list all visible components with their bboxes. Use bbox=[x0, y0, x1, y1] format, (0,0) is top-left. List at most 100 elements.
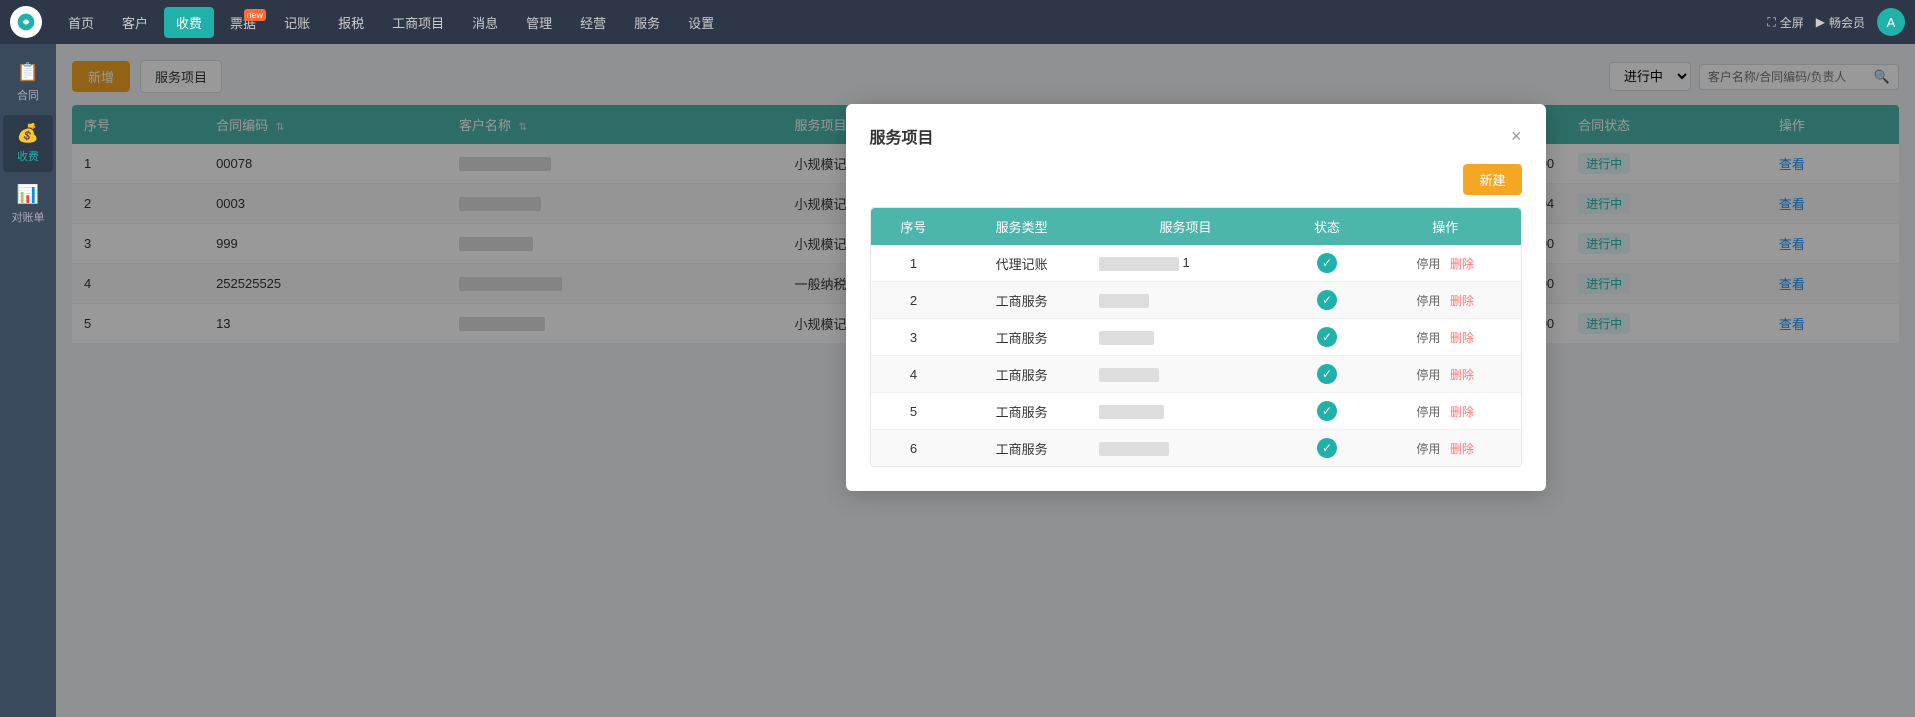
service-modal: 服务项目 × 新建 序号 服务类型 服务项目 状态 操作 bbox=[846, 104, 1546, 491]
modal-cell-status: ✓ bbox=[1284, 467, 1370, 468]
modal-col-type: 服务类型 bbox=[956, 208, 1087, 245]
nav-tax[interactable]: 报税 bbox=[326, 7, 376, 38]
delete-button[interactable]: 删除 bbox=[1450, 368, 1474, 382]
service-table: 序号 服务类型 服务项目 状态 操作 1 代理记账 1 ✓ 停用 删除 2 bbox=[871, 208, 1521, 467]
modal-table-row: 2 工商服务 ✓ 停用 删除 bbox=[871, 282, 1521, 319]
modal-cell-item bbox=[1087, 467, 1284, 468]
modal-cell-action: 停用 删除 bbox=[1370, 245, 1521, 282]
modal-cell-item bbox=[1087, 319, 1284, 356]
modal-cell-type: 代理记账 bbox=[956, 245, 1087, 282]
nav-ticket[interactable]: 票据 new bbox=[218, 7, 268, 38]
nav-customer[interactable]: 客户 bbox=[110, 7, 160, 38]
nav-home[interactable]: 首页 bbox=[56, 7, 106, 38]
layout: 📋 合同 💰 收费 📊 对账单 新增 服务项目 进行中 已完成 已终止 bbox=[0, 44, 1915, 717]
modal-title: 服务项目 bbox=[870, 124, 934, 148]
modal-cell-seq: 4 bbox=[871, 356, 957, 393]
disable-button[interactable]: 停用 bbox=[1416, 257, 1440, 271]
disable-button[interactable]: 停用 bbox=[1416, 331, 1440, 345]
modal-table-row: 1 代理记账 1 ✓ 停用 删除 bbox=[871, 245, 1521, 282]
modal-cell-status: ✓ bbox=[1284, 393, 1370, 430]
nav-manage[interactable]: 管理 bbox=[514, 7, 564, 38]
reconcile-icon: 📊 bbox=[17, 184, 39, 205]
nav-service[interactable]: 服务 bbox=[622, 7, 672, 38]
fee-icon: 💰 bbox=[17, 123, 39, 144]
modal-cell-seq: 6 bbox=[871, 430, 957, 467]
top-nav: 首页 客户 收费 票据 new 记账 报税 工商项目 消息 管理 经营 服务 设… bbox=[0, 0, 1915, 44]
modal-cell-action: 停用 删除 bbox=[1370, 393, 1521, 430]
modal-cell-seq: 7 bbox=[871, 467, 957, 468]
modal-cell-action: 停用 删除 bbox=[1370, 430, 1521, 467]
modal-table-wrap: 序号 服务类型 服务项目 状态 操作 1 代理记账 1 ✓ 停用 删除 2 bbox=[870, 207, 1522, 467]
modal-cell-type: 工商服务 bbox=[956, 393, 1087, 430]
delete-button[interactable]: 删除 bbox=[1450, 405, 1474, 419]
nav-right: ⛶ 全屏 ▶ 畅会员 A bbox=[1767, 8, 1905, 36]
modal-cell-action: 停用 删除 bbox=[1370, 467, 1521, 468]
modal-cell-type: 工商服务 bbox=[956, 467, 1087, 468]
modal-cell-status: ✓ bbox=[1284, 319, 1370, 356]
modal-cell-item bbox=[1087, 356, 1284, 393]
modal-cell-type: 工商服务 bbox=[956, 282, 1087, 319]
fullscreen-icon: ⛶ bbox=[1767, 15, 1775, 30]
modal-cell-type: 工商服务 bbox=[956, 319, 1087, 356]
status-check-icon: ✓ bbox=[1317, 253, 1337, 273]
sidebar-item-fee[interactable]: 💰 收费 bbox=[3, 115, 53, 172]
modal-toolbar: 新建 bbox=[870, 164, 1522, 195]
modal-new-button[interactable]: 新建 bbox=[1463, 164, 1521, 195]
nav-settings[interactable]: 设置 bbox=[676, 7, 726, 38]
modal-table-row: 4 工商服务 ✓ 停用 删除 bbox=[871, 356, 1521, 393]
modal-cell-item bbox=[1087, 393, 1284, 430]
modal-col-seq: 序号 bbox=[871, 208, 957, 245]
delete-button[interactable]: 删除 bbox=[1450, 331, 1474, 345]
play-icon: ▶ bbox=[1816, 15, 1825, 29]
modal-cell-item bbox=[1087, 430, 1284, 467]
avatar[interactable]: A bbox=[1877, 8, 1905, 36]
modal-cell-seq: 5 bbox=[871, 393, 957, 430]
modal-table-row: 6 工商服务 ✓ 停用 删除 bbox=[871, 430, 1521, 467]
sidebar-item-reconcile[interactable]: 📊 对账单 bbox=[3, 176, 53, 233]
modal-header: 服务项目 × bbox=[870, 124, 1522, 148]
status-check-icon: ✓ bbox=[1317, 364, 1337, 384]
modal-cell-seq: 1 bbox=[871, 245, 957, 282]
member-btn[interactable]: ▶ 畅会员 bbox=[1816, 14, 1865, 31]
modal-col-action: 操作 bbox=[1370, 208, 1521, 245]
disable-button[interactable]: 停用 bbox=[1416, 442, 1440, 456]
modal-cell-item: 1 bbox=[1087, 245, 1284, 282]
status-check-icon: ✓ bbox=[1317, 290, 1337, 310]
modal-cell-seq: 2 bbox=[871, 282, 957, 319]
modal-cell-action: 停用 删除 bbox=[1370, 319, 1521, 356]
nav-items: 首页 客户 收费 票据 new 记账 报税 工商项目 消息 管理 经营 服务 设… bbox=[56, 7, 1767, 38]
contract-icon: 📋 bbox=[17, 62, 39, 83]
modal-cell-status: ✓ bbox=[1284, 282, 1370, 319]
main-content: 新增 服务项目 进行中 已完成 已终止 🔍 序号 合同编码 ⇅ bbox=[56, 44, 1915, 717]
modal-table-row: 5 工商服务 ✓ 停用 删除 bbox=[871, 393, 1521, 430]
nav-account[interactable]: 记账 bbox=[272, 7, 322, 38]
modal-cell-item bbox=[1087, 282, 1284, 319]
disable-button[interactable]: 停用 bbox=[1416, 368, 1440, 382]
fullscreen-btn[interactable]: ⛶ 全屏 bbox=[1767, 14, 1803, 31]
disable-button[interactable]: 停用 bbox=[1416, 405, 1440, 419]
status-check-icon: ✓ bbox=[1317, 327, 1337, 347]
delete-button[interactable]: 删除 bbox=[1450, 294, 1474, 308]
delete-button[interactable]: 删除 bbox=[1450, 442, 1474, 456]
modal-cell-status: ✓ bbox=[1284, 430, 1370, 467]
new-badge: new bbox=[244, 9, 267, 21]
nav-operation[interactable]: 经营 bbox=[568, 7, 618, 38]
nav-message[interactable]: 消息 bbox=[460, 7, 510, 38]
modal-col-status: 状态 bbox=[1284, 208, 1370, 245]
status-check-icon: ✓ bbox=[1317, 438, 1337, 458]
modal-col-item: 服务项目 bbox=[1087, 208, 1284, 245]
modal-cell-type: 工商服务 bbox=[956, 356, 1087, 393]
modal-cell-action: 停用 删除 bbox=[1370, 282, 1521, 319]
modal-cell-type: 工商服务 bbox=[956, 430, 1087, 467]
nav-fee[interactable]: 收费 bbox=[164, 7, 214, 38]
modal-table-row: 7 工商服务 ✓ 停用 删除 bbox=[871, 467, 1521, 468]
modal-cell-action: 停用 删除 bbox=[1370, 356, 1521, 393]
disable-button[interactable]: 停用 bbox=[1416, 294, 1440, 308]
sidebar-item-contract[interactable]: 📋 合同 bbox=[3, 54, 53, 111]
delete-button[interactable]: 删除 bbox=[1450, 257, 1474, 271]
status-check-icon: ✓ bbox=[1317, 401, 1337, 421]
modal-table-row: 3 工商服务 ✓ 停用 删除 bbox=[871, 319, 1521, 356]
nav-business[interactable]: 工商项目 bbox=[380, 7, 456, 38]
modal-close-button[interactable]: × bbox=[1511, 127, 1522, 145]
logo bbox=[10, 6, 42, 38]
